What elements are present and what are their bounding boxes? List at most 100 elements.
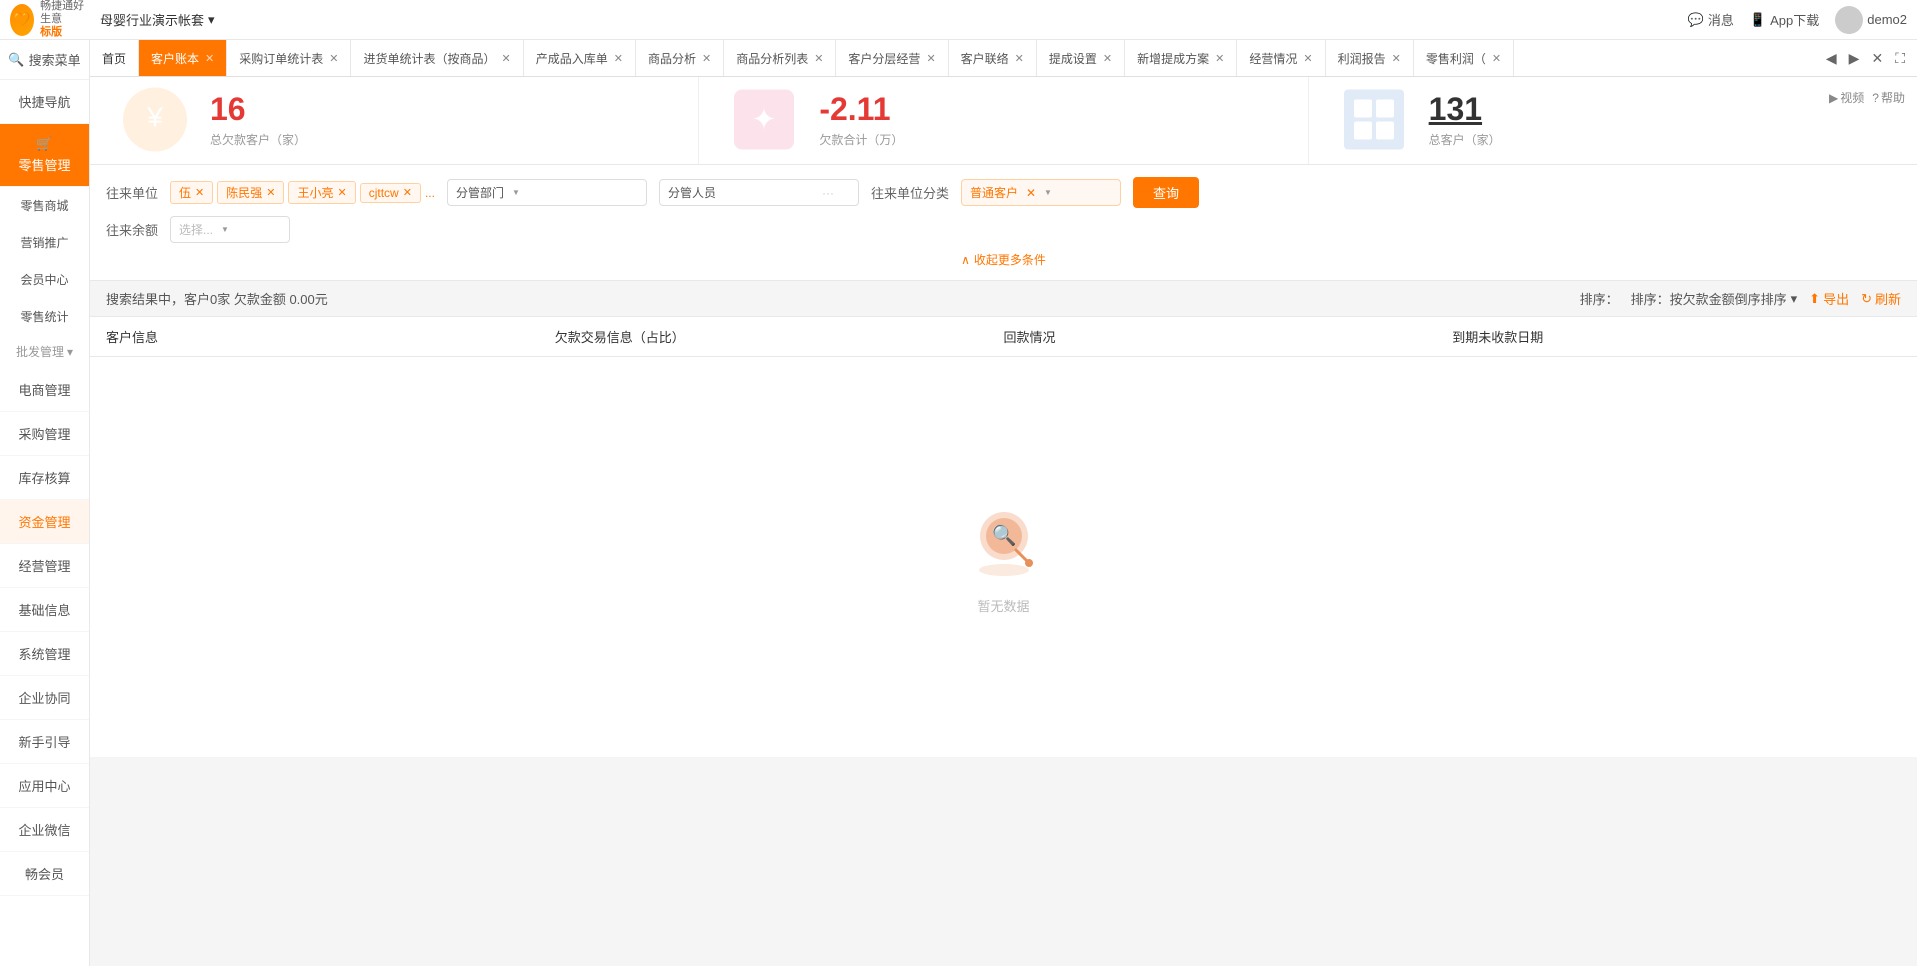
sidebar-item-operations[interactable]: 经营管理 (0, 544, 89, 588)
sidebar: 🔍 搜索菜单 快捷导航 🛒 零售管理 零售商城 营销推广 会员中心 零售统计 (0, 40, 90, 966)
export-btn[interactable]: ⬆ 导出 (1809, 289, 1849, 308)
app-download-btn[interactable]: 📱 App下载 (1750, 10, 1819, 29)
sidebar-item-new-guide[interactable]: 新手引导 (0, 720, 89, 764)
table-body: 🔍 暂无数据 (90, 357, 1917, 757)
company-selector[interactable]: 母婴行业演示帐套 ▾ (100, 10, 215, 29)
tab-close-inbound[interactable]: ✕ (502, 52, 511, 65)
right-panel: 首页 客户账本 ✕ 采购订单统计表 ✕ 进货单统计表（按商品） ✕ 产成品入库单… (90, 40, 1917, 966)
tab-product-analysis-list[interactable]: 商品分析列表 ✕ (724, 40, 836, 76)
message-btn[interactable]: 💬 消息 (1688, 10, 1734, 29)
tab-close-purchase[interactable]: ✕ (329, 52, 338, 65)
tab-close-all-btn[interactable]: ✕ (1867, 48, 1887, 69)
sidebar-item-capital[interactable]: 资金管理 (0, 500, 89, 544)
sidebar-item-app-center[interactable]: 应用中心 (0, 764, 89, 808)
tab-new-tip-plan[interactable]: 新增提成方案 ✕ (1125, 40, 1237, 76)
sidebar-item-member-center[interactable]: 会员中心 (0, 261, 89, 298)
col-repayment: 回款情况 (1004, 327, 1453, 346)
stat2-text-group: -2.11 欠款合计（万） (819, 93, 903, 148)
sidebar-item-enterprise-collab[interactable]: 企业协同 (0, 676, 89, 720)
unit-label: 往来单位 (106, 183, 158, 202)
unit-class-remove[interactable]: ✕ (1026, 186, 1036, 200)
sidebar-item-marketing[interactable]: 营销推广 (0, 224, 89, 261)
filter-tag-1: 伍 ✕ (170, 181, 213, 204)
tab-close-operations[interactable]: ✕ (1303, 52, 1312, 65)
filter-more-btn[interactable]: ... (425, 186, 435, 200)
unit-class-label: 往来单位分类 (871, 183, 949, 202)
sidebar-item-quick-nav[interactable]: 快捷导航 (0, 80, 89, 124)
sidebar-item-enterprise-wechat[interactable]: 企业微信 (0, 808, 89, 852)
tab-customer-contact[interactable]: 客户联络 ✕ (949, 40, 1037, 76)
query-btn[interactable]: 查询 (1133, 177, 1199, 208)
tab-purchase-order[interactable]: 采购订单统计表 ✕ (227, 40, 351, 76)
help-btn[interactable]: ? 帮助 (1872, 89, 1905, 106)
table-header: 客户信息 欠款交易信息（占比） 回款情况 到期未收款日期 (90, 317, 1917, 357)
stat-total-debt-amount: ✦ -2.11 欠款合计（万） (699, 77, 1308, 164)
tab-retail-profit[interactable]: 零售利润（ ✕ (1414, 40, 1514, 76)
video-btn[interactable]: ▶ 视频 (1829, 89, 1864, 106)
tab-close-product-analysis[interactable]: ✕ (702, 52, 711, 65)
svg-text:🔍: 🔍 (991, 522, 1016, 547)
tab-tip-settings[interactable]: 提成设置 ✕ (1037, 40, 1125, 76)
person-select[interactable]: 分管人员 ··· (659, 179, 859, 206)
sidebar-item-retail-mgmt[interactable]: 🛒 零售管理 (0, 124, 89, 187)
sidebar-item-system[interactable]: 系统管理 (0, 632, 89, 676)
tab-customer-account[interactable]: 客户账本 ✕ (139, 40, 227, 76)
message-icon: 💬 (1688, 12, 1704, 28)
tab-close-production[interactable]: ✕ (614, 52, 623, 65)
top-bar-right: 💬 消息 📱 App下载 demo2 (1688, 6, 1907, 34)
tag-remove-3[interactable]: ✕ (338, 186, 347, 199)
tab-close-customer-account[interactable]: ✕ (205, 52, 214, 65)
tab-close-new-tip[interactable]: ✕ (1215, 52, 1224, 65)
stat-total-customers: 131 总客户（家） ▶ 视频 ? 帮助 (1309, 77, 1917, 164)
tag-remove-2[interactable]: ✕ (266, 186, 275, 199)
tab-close-retail-profit[interactable]: ✕ (1492, 52, 1501, 65)
user-profile-btn[interactable]: demo2 (1835, 6, 1907, 34)
sort-select[interactable]: 排序：按欠款金额倒序排序 ▾ (1631, 289, 1798, 308)
balance-placeholder: 选择... (179, 221, 213, 238)
sidebar-item-batch-mgmt[interactable]: 批发管理 ▾ (0, 335, 89, 368)
sidebar-item-retail-stats[interactable]: 零售统计 (0, 298, 89, 335)
collapse-btn[interactable]: ∧ 收起更多条件 (106, 251, 1901, 268)
dept-select[interactable]: 分管部门 (447, 179, 647, 206)
sidebar-search-btn[interactable]: 🔍 搜索菜单 (8, 50, 81, 69)
tab-close-contact[interactable]: ✕ (1015, 52, 1024, 65)
tab-home[interactable]: 首页 (90, 40, 139, 76)
sidebar-item-vip[interactable]: 畅会员 (0, 852, 89, 896)
tab-close-product-list[interactable]: ✕ (814, 52, 823, 65)
top-bar-left: 🧡 畅捷通好生意 标版 母婴行业演示帐套 ▾ (10, 0, 215, 39)
sidebar-item-ecommerce[interactable]: 电商管理 (0, 368, 89, 412)
tab-close-segment[interactable]: ✕ (926, 52, 935, 65)
tab-customer-segment[interactable]: 客户分层经营 ✕ (836, 40, 948, 76)
sort-label: 排序： (1580, 289, 1619, 308)
tab-production-inbound[interactable]: 产成品入库单 ✕ (524, 40, 636, 76)
tab-product-analysis[interactable]: 商品分析 ✕ (636, 40, 724, 76)
tab-fullscreen-btn[interactable]: ⛶ (1891, 48, 1909, 69)
export-icon: ⬆ (1809, 291, 1820, 307)
sidebar-item-inventory[interactable]: 库存核算 (0, 456, 89, 500)
tab-operations[interactable]: 经营情况 ✕ (1237, 40, 1325, 76)
filter-row-2: 往来余额 选择... (106, 216, 1901, 243)
help-icon: ? (1872, 91, 1879, 105)
refresh-btn[interactable]: ↻ 刷新 (1861, 289, 1901, 308)
filter-tags: 伍 ✕ 陈民强 ✕ 王小亮 ✕ (170, 181, 435, 204)
unit-class-value: 普通客户 (970, 184, 1018, 201)
tab-profit-report[interactable]: 利润报告 ✕ (1326, 40, 1414, 76)
col-debt-info: 欠款交易信息（占比） (555, 327, 1004, 346)
tab-next-btn[interactable]: ▶ (1845, 48, 1864, 69)
tag-remove-4[interactable]: ✕ (403, 186, 412, 199)
unit-class-select[interactable]: 普通客户 ✕ (961, 179, 1121, 206)
tab-prev-btn[interactable]: ◀ (1822, 48, 1841, 69)
empty-state: 🔍 暂无数据 (964, 420, 1044, 695)
tab-close-profit[interactable]: ✕ (1392, 52, 1401, 65)
tab-inbound-stats[interactable]: 进货单统计表（按商品） ✕ (351, 40, 523, 76)
col-due-date: 到期未收款日期 (1452, 327, 1901, 346)
tag-remove-1[interactable]: ✕ (195, 186, 204, 199)
balance-select[interactable]: 选择... (170, 216, 290, 243)
sidebar-item-purchase[interactable]: 采购管理 (0, 412, 89, 456)
sidebar-item-basic-info[interactable]: 基础信息 (0, 588, 89, 632)
tab-close-tip-settings[interactable]: ✕ (1103, 52, 1112, 65)
app-container: 🧡 畅捷通好生意 标版 母婴行业演示帐套 ▾ 💬 消息 📱 App下载 (0, 0, 1917, 966)
refresh-icon: ↻ (1861, 291, 1872, 307)
sidebar-item-retail-mall[interactable]: 零售商城 (0, 187, 89, 224)
balance-label: 往来余额 (106, 220, 158, 239)
